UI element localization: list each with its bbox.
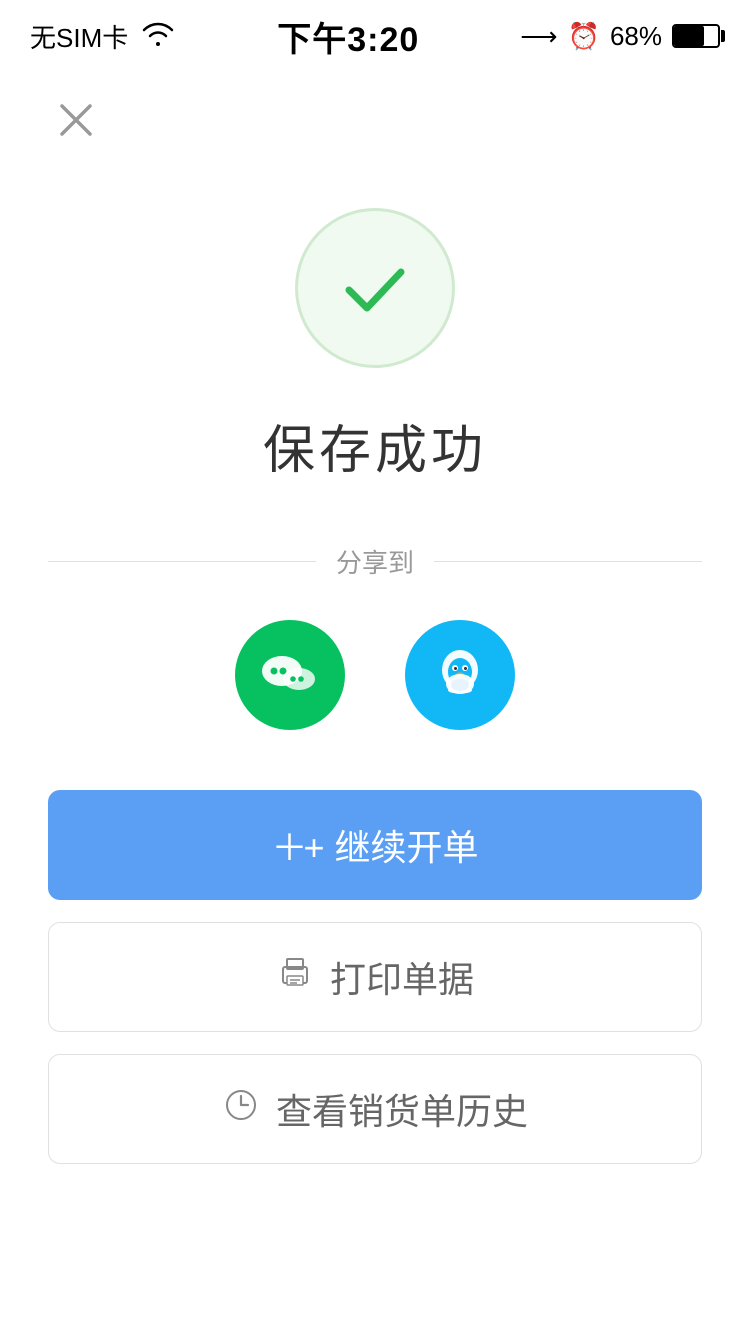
checkmark-icon — [335, 248, 415, 328]
share-label: 分享到 — [336, 543, 414, 580]
continue-order-label: + 继续开单 — [303, 819, 478, 871]
share-section: 分享到 — [48, 543, 702, 730]
alarm-icon: ⏰ — [568, 21, 600, 52]
divider-right — [434, 561, 702, 562]
wechat-icon — [257, 645, 323, 705]
view-history-label: 查看销货单历史 — [276, 1083, 528, 1135]
battery-percent: 68% — [610, 21, 662, 52]
history-icon — [222, 1086, 260, 1133]
status-right: ⟶ ⏰ 68% — [520, 21, 720, 52]
action-buttons: ＋ + 继续开单 打印单据 查看销货单 — [48, 790, 702, 1164]
print-icon — [276, 954, 314, 1001]
success-title: 保存成功 — [263, 408, 487, 483]
status-bar: 无SIM卡 下午3:20 ⟶ ⏰ 68% — [0, 0, 750, 72]
status-left: 无SIM卡 — [30, 18, 176, 55]
close-button-row — [48, 72, 702, 178]
wechat-share-button[interactable] — [235, 620, 345, 730]
close-button[interactable] — [48, 92, 104, 148]
view-history-button[interactable]: 查看销货单历史 — [48, 1054, 702, 1164]
page-content: 保存成功 分享到 — [0, 72, 750, 1164]
success-icon-circle — [295, 208, 455, 368]
battery-icon — [672, 24, 720, 48]
location-icon: ⟶ — [520, 21, 557, 52]
divider-left — [48, 561, 316, 562]
continue-order-button[interactable]: ＋ + 继续开单 — [48, 790, 702, 900]
share-divider: 分享到 — [48, 543, 702, 580]
carrier-text: 无SIM卡 — [30, 18, 128, 55]
status-time: 下午3:20 — [277, 12, 419, 61]
qq-share-button[interactable] — [405, 620, 515, 730]
continue-order-icon: ＋ — [271, 819, 307, 871]
wifi-icon — [140, 20, 176, 53]
print-receipt-label: 打印单据 — [330, 951, 474, 1003]
print-receipt-button[interactable]: 打印单据 — [48, 922, 702, 1032]
share-icons-row — [235, 620, 515, 730]
qq-icon — [427, 642, 493, 708]
